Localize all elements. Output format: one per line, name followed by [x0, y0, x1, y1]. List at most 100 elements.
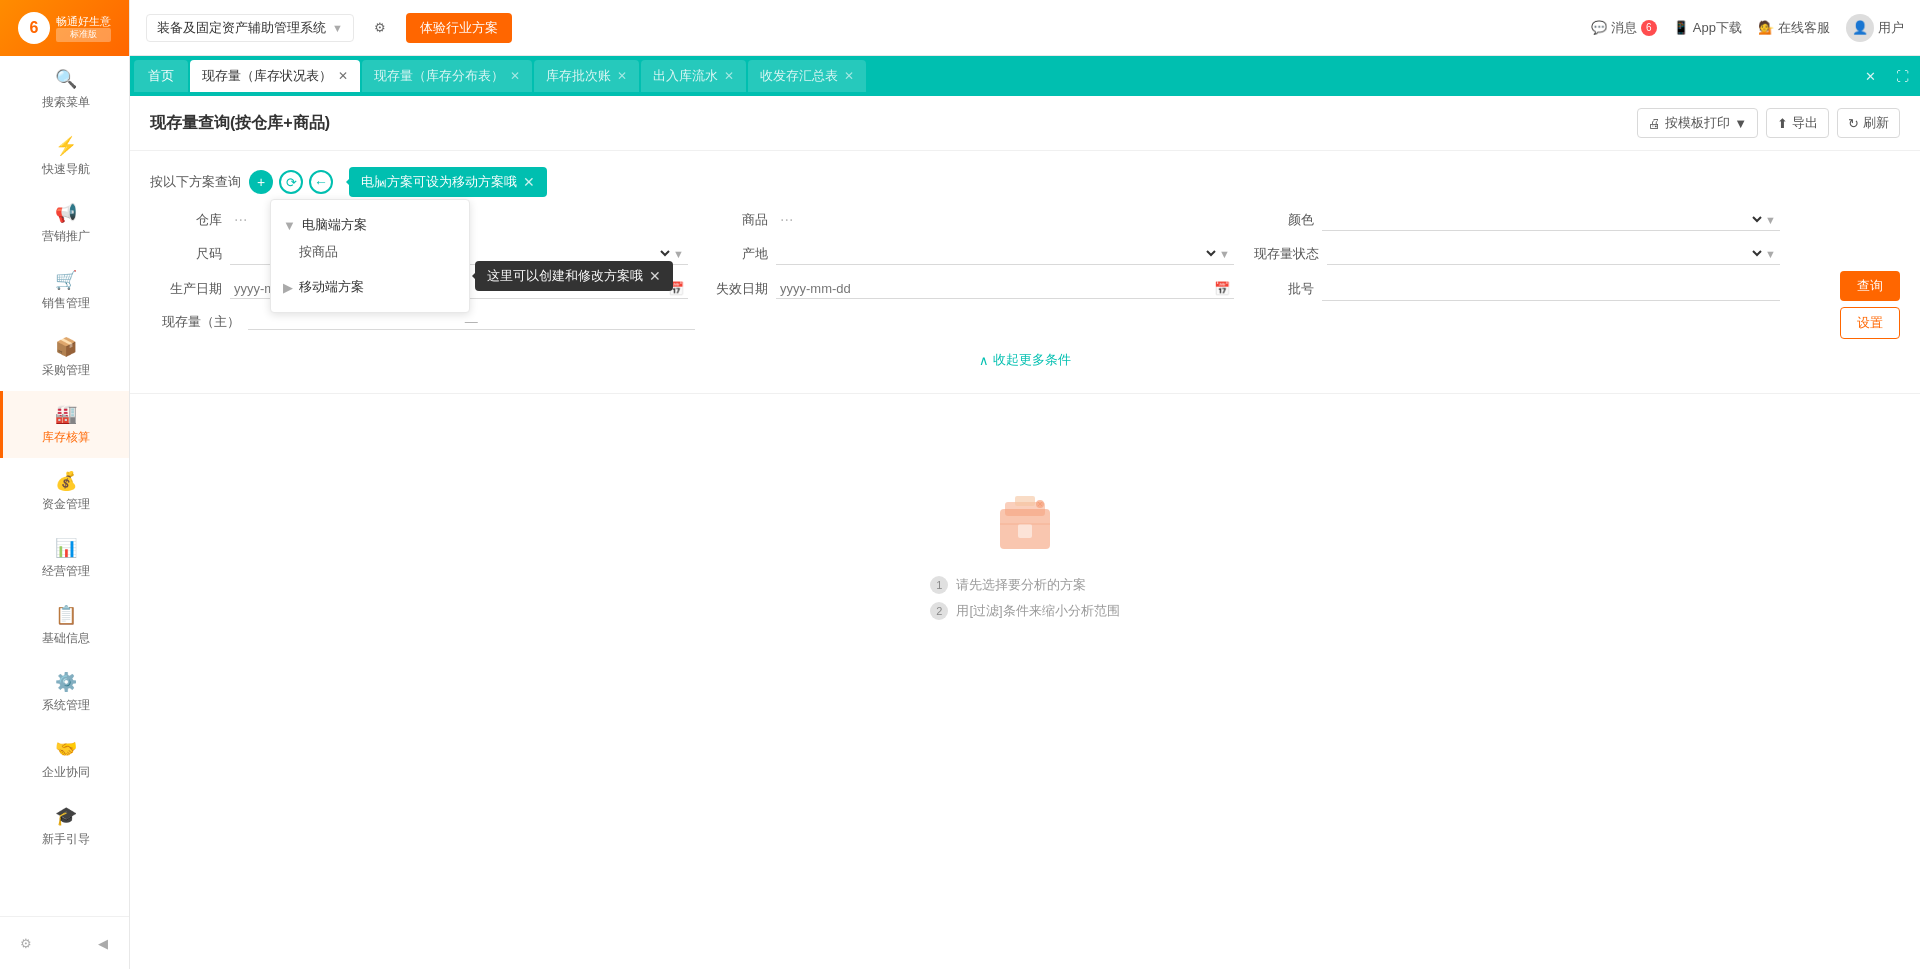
scheme-group-desktop: ▼ 电脑端方案 按商品: [271, 208, 469, 270]
tab-close-inventory-status[interactable]: ✕: [338, 69, 348, 83]
finance-icon: 💰: [55, 470, 77, 492]
scheme-panel-container: ▼ 电脑端方案 按商品 ▶ 移动端方案: [270, 199, 470, 313]
search-menu-icon: 🔍: [55, 68, 77, 90]
tab-bar-right: ✕ ⛶: [1856, 62, 1916, 90]
back-btn[interactable]: ←: [309, 170, 333, 194]
close-all-tabs-btn[interactable]: ✕: [1856, 62, 1884, 90]
expiry-date-calendar-icon[interactable]: 📅: [1214, 281, 1230, 296]
collapse-row: ∧ 收起更多条件: [150, 343, 1900, 377]
goods-dots-btn[interactable]: ···: [776, 209, 797, 231]
tab-inout-flow[interactable]: 出入库流水 ✕: [641, 60, 746, 92]
tab-batch-ledger[interactable]: 库存批次账 ✕: [534, 60, 639, 92]
sidebar-item-marketing[interactable]: 📢 营销推广: [0, 190, 129, 257]
online-service-btn[interactable]: 💁 在线客服: [1758, 19, 1830, 37]
empty-state-icon: [980, 474, 1070, 564]
collapse-more-btn[interactable]: ∧ 收起更多条件: [979, 351, 1071, 369]
query-btn[interactable]: 查询: [1840, 271, 1900, 301]
reset-btn[interactable]: 设置: [1840, 307, 1900, 339]
tab-close-receipt-summary[interactable]: ✕: [844, 69, 854, 83]
origin-select[interactable]: [780, 245, 1219, 262]
empty-state: 1 请先选择要分析的方案 2 用[过滤]条件来缩小分析范围: [130, 394, 1920, 700]
arrow-down-icon: ▼: [283, 218, 296, 233]
search-section: 按以下方案查询 + ⟳ ← 电脑方案可设为移动方案哦 ✕: [130, 151, 1920, 394]
add-scheme-btn[interactable]: +: [249, 170, 273, 194]
app-download-btn[interactable]: 📱 App下载: [1673, 19, 1742, 37]
settings-gear-btn[interactable]: ⚙: [364, 12, 396, 44]
sidebar-item-system[interactable]: ⚙️ 系统管理: [0, 659, 129, 726]
sidebar-item-operations[interactable]: 📊 经营管理: [0, 525, 129, 592]
scheme-panel: ▼ 电脑端方案 按商品 ▶ 移动端方案: [270, 199, 470, 313]
expiry-date-label: 失效日期: [708, 280, 768, 298]
chevron-stock-status-icon: ▼: [1765, 248, 1776, 260]
chevron-up-icon: ∧: [979, 353, 989, 368]
scheme-group-mobile: ▶ 移动端方案: [271, 270, 469, 304]
page-header: 现存量查询(按仓库+商品) 🖨 按模板打印 ▼ ⬆ 导出 ↻ 刷新: [130, 96, 1920, 151]
sidebar-item-purchase[interactable]: 📦 采购管理: [0, 324, 129, 391]
stock-main-from-input[interactable]: [248, 314, 459, 329]
collab-icon: 🤝: [55, 738, 77, 760]
sidebar-item-collab[interactable]: 🤝 企业协同: [0, 726, 129, 793]
color-select-wrapper: ▼: [1322, 209, 1780, 231]
experience-btn[interactable]: 体验行业方案: [406, 13, 512, 43]
tab-close-inventory-dist[interactable]: ✕: [510, 69, 520, 83]
batch-no-input[interactable]: [1322, 277, 1780, 301]
message-btn[interactable]: 💬 消息 6: [1591, 19, 1657, 37]
arrow-right-icon: ▶: [283, 280, 293, 295]
refresh-btn[interactable]: ↻ 刷新: [1837, 108, 1900, 138]
tooltip1-close-btn[interactable]: ✕: [523, 174, 535, 190]
empty-step-2: 2 用[过滤]条件来缩小分析范围: [930, 602, 1119, 620]
settings-bottom-btn[interactable]: ⚙: [10, 927, 42, 959]
tab-inventory-dist[interactable]: 现存量（库存分布表） ✕: [362, 60, 532, 92]
collapse-sidebar-btn[interactable]: ◀: [87, 927, 119, 959]
expiry-date-input[interactable]: [780, 281, 1210, 296]
stock-status-select[interactable]: [1331, 245, 1765, 262]
sidebar-item-basicinfo[interactable]: 📋 基础信息: [0, 592, 129, 659]
color-select[interactable]: [1326, 211, 1765, 228]
page-title: 现存量查询(按仓库+商品): [150, 113, 330, 134]
tab-inventory-status[interactable]: 现存量（库存状况表） ✕: [190, 60, 360, 92]
origin-label: 产地: [708, 245, 768, 263]
basicinfo-icon: 📋: [55, 604, 77, 626]
sidebar-item-search[interactable]: 🔍 搜索菜单: [0, 56, 129, 123]
content-area: 现存量查询(按仓库+商品) 🖨 按模板打印 ▼ ⬆ 导出 ↻ 刷新: [130, 96, 1920, 969]
scheme-group-desktop-header[interactable]: ▼ 电脑端方案: [271, 212, 469, 238]
export-icon: ⬆: [1777, 116, 1788, 131]
export-btn[interactable]: ⬆ 导出: [1766, 108, 1829, 138]
search-header: 按以下方案查询 + ⟳ ← 电脑方案可设为移动方案哦 ✕: [150, 167, 1900, 197]
inventory-icon: 🏭: [55, 403, 77, 425]
goods-label: 商品: [708, 211, 768, 229]
scheme-item-goods[interactable]: 按商品: [271, 238, 469, 266]
sidebar-item-quicknav[interactable]: ⚡ 快速导航: [0, 123, 129, 190]
sidebar-item-sales[interactable]: 🛒 销售管理: [0, 257, 129, 324]
tab-close-batch-ledger[interactable]: ✕: [617, 69, 627, 83]
guide-icon: 🎓: [55, 805, 77, 827]
tab-receipt-summary[interactable]: 收发存汇总表 ✕: [748, 60, 866, 92]
user-menu-btn[interactable]: 👤 用户: [1846, 14, 1904, 42]
batch-no-label: 批号: [1254, 280, 1314, 298]
refresh-scheme-btn[interactable]: ⟳: [279, 170, 303, 194]
stock-main-to-input[interactable]: [484, 314, 695, 329]
scheme-group-mobile-header[interactable]: ▶ 移动端方案: [271, 274, 469, 300]
operations-icon: 📊: [55, 537, 77, 559]
sidebar-item-inventory[interactable]: 🏭 库存核算: [0, 391, 129, 458]
expand-btn[interactable]: ⛶: [1888, 62, 1916, 90]
warehouse-dots-btn[interactable]: ···: [230, 209, 251, 231]
tab-bar: 首页 现存量（库存状况表） ✕ 现存量（库存分布表） ✕ 库存批次账 ✕ 出入库…: [130, 56, 1920, 96]
print-btn[interactable]: 🖨 按模板打印 ▼: [1637, 108, 1758, 138]
user-avatar: 👤: [1846, 14, 1874, 42]
message-badge: 6: [1641, 20, 1657, 36]
main-content: 装备及固定资产辅助管理系统 ▼ ⚙ 体验行业方案 💬 消息 6 📱 App下载 …: [130, 0, 1920, 969]
stock-main-label: 现存量（主）: [162, 313, 240, 331]
tab-close-inout-flow[interactable]: ✕: [724, 69, 734, 83]
header-left: 装备及固定资产辅助管理系统 ▼ ⚙ 体验行业方案: [146, 12, 512, 44]
system-selector[interactable]: 装备及固定资产辅助管理系统 ▼: [146, 14, 354, 42]
sidebar-item-finance[interactable]: 💰 资金管理: [0, 458, 129, 525]
stock-status-select-wrapper: ▼: [1327, 243, 1780, 265]
search-label: 按以下方案查询: [150, 173, 241, 191]
logo-text: 畅通好生意 标准版: [56, 14, 111, 42]
filter-row-4: 现存量（主） —: [150, 313, 1900, 343]
sidebar-item-guide[interactable]: 🎓 新手引导: [0, 793, 129, 860]
stock-status-label: 现存量状态: [1254, 245, 1319, 263]
tooltip2-close-btn[interactable]: ✕: [649, 268, 661, 284]
tab-home[interactable]: 首页: [134, 60, 188, 92]
